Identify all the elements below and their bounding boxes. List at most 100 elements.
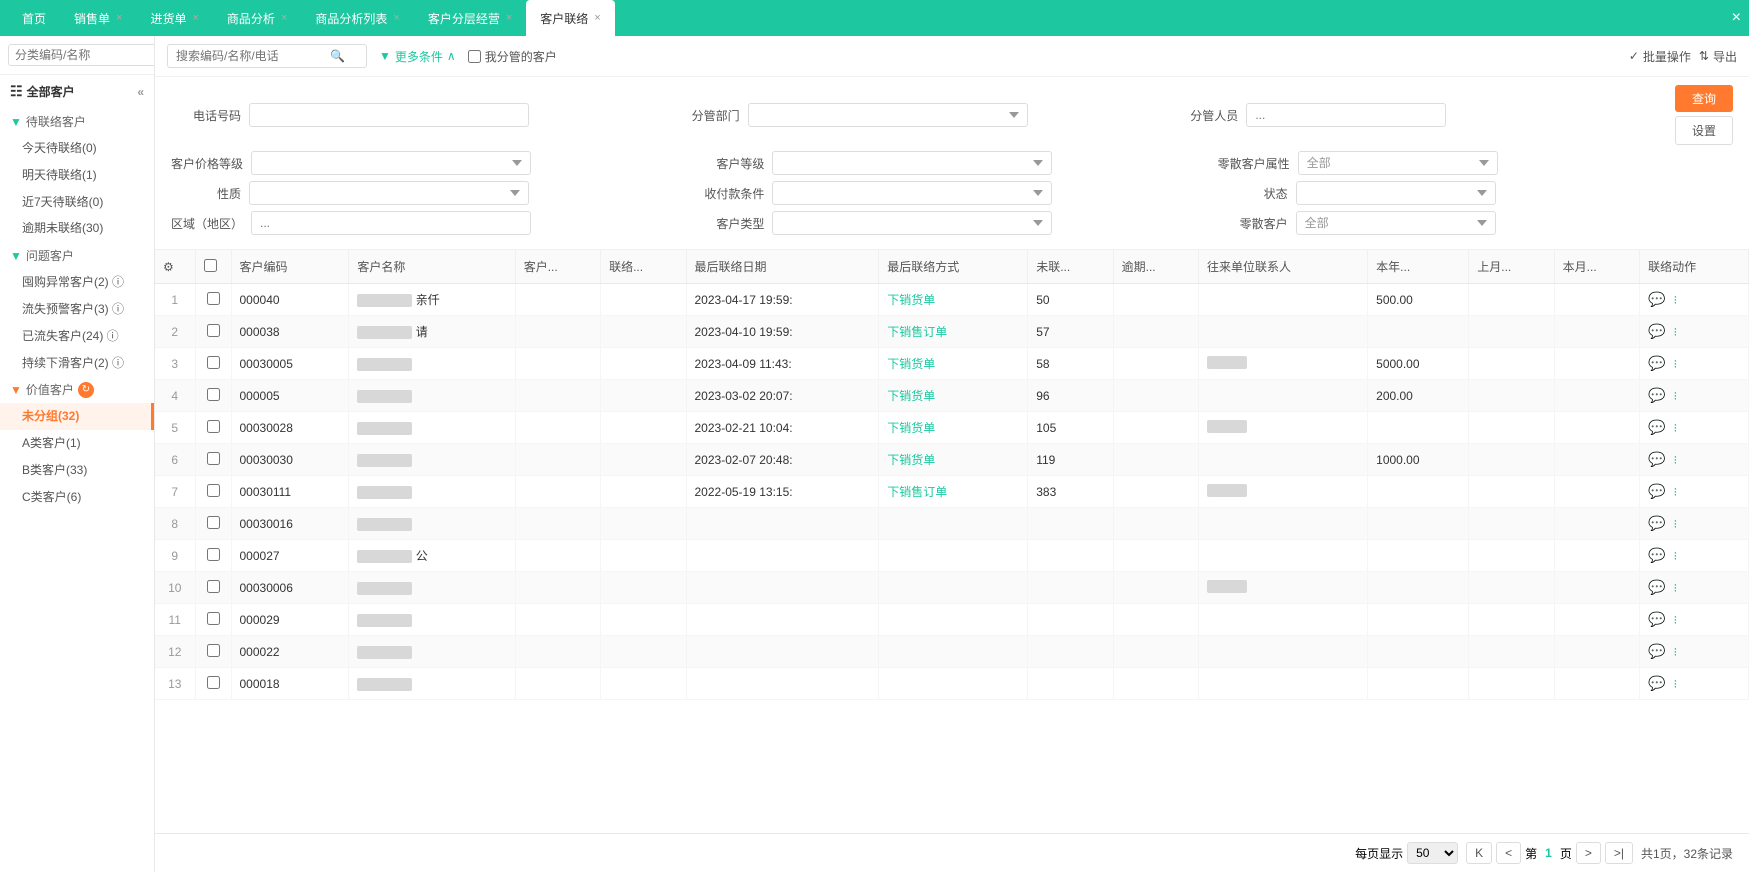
col-unit-contact-header[interactable]: 往来单位联系人	[1199, 250, 1368, 284]
sidebar-group-pending[interactable]: ▼ 待联络客户	[0, 108, 154, 135]
phone-input[interactable]	[249, 103, 529, 127]
more-icon[interactable]: ⁝	[1674, 293, 1678, 307]
close-icon[interactable]: ×	[393, 12, 399, 24]
more-icon[interactable]: ⁝	[1674, 421, 1678, 435]
my-customers-checkbox[interactable]: 我分管的客户	[468, 48, 557, 65]
payment-select[interactable]	[772, 181, 1052, 205]
last-page-btn[interactable]: >|	[1605, 842, 1633, 864]
sidebar-item-churned[interactable]: 已流失客户(24) ⓘ	[0, 323, 154, 350]
nav-customer-contact[interactable]: 客户联络 ×	[526, 0, 614, 36]
contact-method-link[interactable]: 下销货单	[887, 389, 935, 403]
prev-page-btn[interactable]: <	[1496, 842, 1521, 864]
contact-icon[interactable]: 💬	[1648, 323, 1665, 340]
more-icon[interactable]: ⁝	[1674, 581, 1678, 595]
sidebar-item-7days[interactable]: 近7天待联络(0)	[0, 189, 154, 216]
region-input[interactable]	[251, 211, 531, 235]
nav-product-list[interactable]: 商品分析列表 ×	[301, 0, 413, 36]
select-all-checkbox[interactable]	[204, 259, 217, 272]
more-icon[interactable]: ⁝	[1674, 485, 1678, 499]
reset-button[interactable]: 设置	[1675, 116, 1733, 145]
contact-icon[interactable]: 💬	[1648, 483, 1665, 500]
contact-icon[interactable]: 💬	[1648, 547, 1665, 564]
row-check[interactable]	[195, 604, 231, 636]
batch-ops-btn[interactable]: ✓ 批量操作	[1629, 48, 1691, 65]
close-icon[interactable]: ×	[594, 12, 600, 24]
row-check[interactable]	[195, 508, 231, 540]
more-icon[interactable]: ⁝	[1674, 517, 1678, 531]
scatter-select[interactable]: 全部 是 否	[1296, 211, 1496, 235]
col-name-header[interactable]: 客户名称	[349, 250, 515, 284]
sidebar-item-classB[interactable]: B类客户(33)	[0, 457, 154, 484]
next-page-btn[interactable]: >	[1576, 842, 1601, 864]
close-icon[interactable]: ×	[116, 12, 122, 24]
col-contact-header[interactable]: 联络...	[601, 250, 686, 284]
contact-icon[interactable]: 💬	[1648, 579, 1665, 596]
export-btn[interactable]: ⇅ 导出	[1699, 48, 1737, 65]
more-conditions-btn[interactable]: ▼ 更多条件 ∧	[379, 48, 456, 65]
row-check[interactable]	[195, 636, 231, 668]
more-icon[interactable]: ⁝	[1674, 549, 1678, 563]
close-icon[interactable]: ×	[281, 12, 287, 24]
sidebar-search-input[interactable]	[8, 44, 155, 66]
row-check[interactable]	[195, 572, 231, 604]
status-select[interactable]	[1296, 181, 1496, 205]
contact-icon[interactable]: 💬	[1648, 387, 1665, 404]
more-icon[interactable]: ⁝	[1674, 677, 1678, 691]
contact-method-link[interactable]: 下销货单	[887, 421, 935, 435]
more-icon[interactable]: ⁝	[1674, 613, 1678, 627]
close-icon[interactable]: ×	[192, 12, 198, 24]
sidebar-item-tomorrow[interactable]: 明天待联络(1)	[0, 162, 154, 189]
col-check[interactable]	[195, 250, 231, 284]
cust-level-select[interactable]	[772, 151, 1052, 175]
all-customers-header[interactable]: ☷ 全部客户 «	[0, 75, 154, 108]
search-icon[interactable]: 🔍	[330, 49, 345, 63]
row-check[interactable]	[195, 540, 231, 572]
first-page-btn[interactable]: K	[1466, 842, 1492, 864]
sidebar-group-value[interactable]: ▼ 价值客户 ↻	[0, 376, 154, 403]
contact-icon[interactable]: 💬	[1648, 291, 1665, 308]
nav-home[interactable]: 首页	[8, 0, 60, 36]
col-code-header[interactable]: 客户编码	[231, 250, 349, 284]
col-type-header[interactable]: 客户...	[515, 250, 600, 284]
row-check[interactable]	[195, 412, 231, 444]
contact-icon[interactable]: 💬	[1648, 419, 1665, 436]
contact-icon[interactable]: 💬	[1648, 611, 1665, 628]
row-check[interactable]	[195, 284, 231, 316]
manager-input[interactable]	[1246, 103, 1446, 127]
nav-product-analysis[interactable]: 商品分析 ×	[213, 0, 301, 36]
col-last-method-header[interactable]: 最后联络方式	[879, 250, 1028, 284]
more-icon[interactable]: ⁝	[1674, 325, 1678, 339]
page-size-select[interactable]: 50 100 200	[1407, 842, 1458, 864]
close-all-btn[interactable]: ×	[1732, 9, 1741, 27]
contact-icon[interactable]: 💬	[1648, 675, 1665, 692]
nature-select[interactable]	[249, 181, 529, 205]
col-this-year-header[interactable]: 本年...	[1368, 250, 1469, 284]
sidebar-item-today[interactable]: 今天待联络(0)	[0, 135, 154, 162]
more-icon[interactable]: ⁝	[1674, 357, 1678, 371]
nav-customer-segment[interactable]: 客户分层经营 ×	[414, 0, 526, 36]
sidebar-item-abnormal[interactable]: 囤购异常客户(2) ⓘ	[0, 269, 154, 296]
sidebar-item-ungroup[interactable]: 未分组(32)	[0, 403, 154, 430]
more-icon[interactable]: ⁝	[1674, 389, 1678, 403]
contact-method-link[interactable]: 下销售订单	[887, 325, 947, 339]
col-last-date-header[interactable]: 最后联络日期	[686, 250, 879, 284]
price-level-select[interactable]	[251, 151, 531, 175]
collapse-btn[interactable]: «	[137, 85, 144, 99]
row-check[interactable]	[195, 380, 231, 412]
row-check[interactable]	[195, 316, 231, 348]
sidebar-item-classC[interactable]: C类客户(6)	[0, 484, 154, 511]
row-check[interactable]	[195, 444, 231, 476]
contact-method-link[interactable]: 下销售订单	[887, 485, 947, 499]
sidebar-item-overdue[interactable]: 逾期未联络(30)	[0, 215, 154, 242]
row-check[interactable]	[195, 476, 231, 508]
sidebar-group-problem[interactable]: ▼ 问题客户	[0, 242, 154, 269]
more-icon[interactable]: ⁝	[1674, 453, 1678, 467]
col-settings[interactable]: ⚙	[155, 250, 195, 284]
sidebar-item-classA[interactable]: A类客户(1)	[0, 430, 154, 457]
contact-icon[interactable]: 💬	[1648, 643, 1665, 660]
more-icon[interactable]: ⁝	[1674, 645, 1678, 659]
contact-method-link[interactable]: 下销货单	[887, 453, 935, 467]
sidebar-item-churn-warning[interactable]: 流失预警客户(3) ⓘ	[0, 296, 154, 323]
nav-purchase[interactable]: 进货单 ×	[136, 0, 212, 36]
contact-icon[interactable]: 💬	[1648, 355, 1665, 372]
